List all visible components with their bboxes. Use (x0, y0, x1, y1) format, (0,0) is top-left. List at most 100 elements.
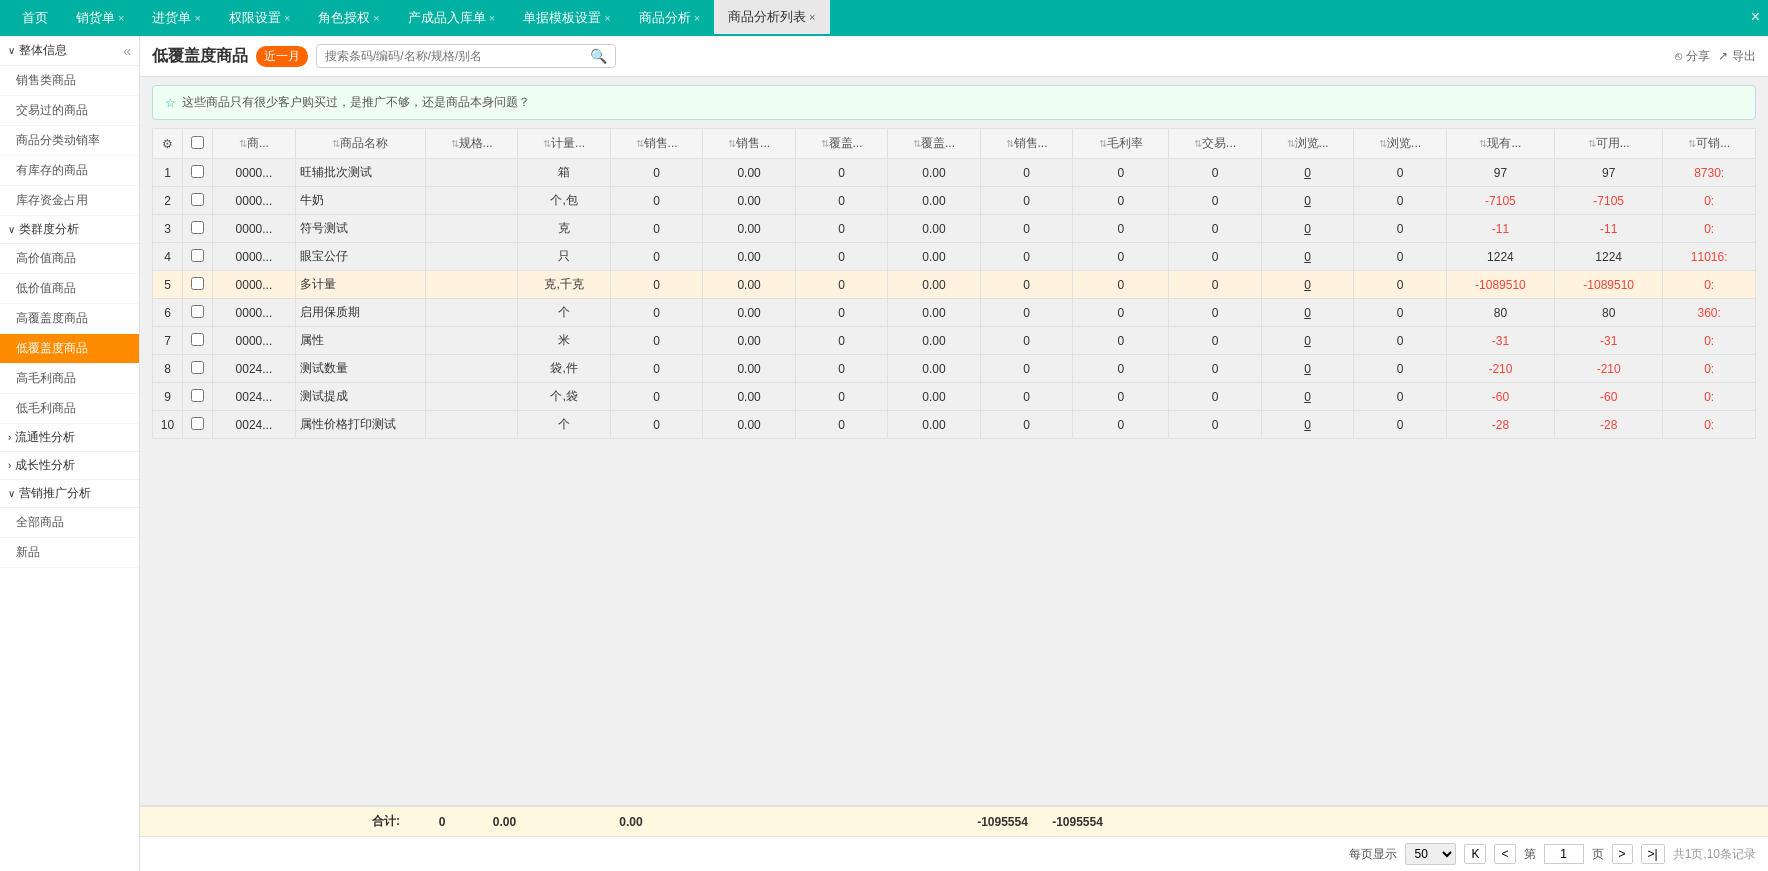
sidebar-item-all-goods[interactable]: 全部商品 (0, 508, 139, 538)
page-number-input[interactable] (1544, 844, 1584, 864)
sidebar-item-stock-capital[interactable]: 库存资金占用 (0, 186, 139, 216)
row-checkbox[interactable] (183, 383, 213, 411)
nav-purchase[interactable]: 进货单 × (138, 0, 214, 36)
nav-sales[interactable]: 销货单 × (62, 0, 138, 36)
sidebar-category-group-analysis[interactable]: ∨ 类群度分析 (0, 216, 139, 244)
sidebar-item-category-sales-rate[interactable]: 商品分类动销率 (0, 126, 139, 156)
nav-permission-close[interactable]: × (284, 12, 290, 24)
nav-analysis-list-close[interactable]: × (809, 11, 815, 23)
row-browse1[interactable]: 0 (1261, 271, 1353, 299)
row-name[interactable]: 属性价格打印测试 (295, 411, 425, 439)
col-code[interactable]: ⇅商... (213, 129, 296, 159)
col-name[interactable]: ⇅商品名称 (295, 129, 425, 159)
search-icon[interactable]: 🔍 (590, 48, 607, 64)
row-checkbox[interactable] (183, 187, 213, 215)
sidebar-category-growth[interactable]: › 成长性分析 (0, 452, 139, 480)
col-current[interactable]: ⇅现有... (1446, 129, 1554, 159)
row-browse1[interactable]: 0 (1261, 215, 1353, 243)
row-browse1[interactable]: 0 (1261, 411, 1353, 439)
col-gross-rate[interactable]: ⇅毛利率 (1073, 129, 1169, 159)
nav-product-analysis-list[interactable]: 商品分析列表 × (714, 0, 829, 36)
row-checkbox[interactable] (183, 271, 213, 299)
row-spec (425, 299, 517, 327)
sidebar-item-low-coverage[interactable]: 低覆盖度商品 (0, 334, 139, 364)
sidebar-category-liquidity[interactable]: › 流通性分析 (0, 424, 139, 452)
row-name[interactable]: 牛奶 (295, 187, 425, 215)
time-filter-badge[interactable]: 近一月 (256, 46, 308, 67)
page-size-select[interactable]: 10 20 50 100 (1405, 843, 1456, 865)
share-button[interactable]: ⎋ 分享 (1675, 48, 1710, 65)
nav-role-close[interactable]: × (373, 12, 379, 24)
nav-product-analysis[interactable]: 商品分析 × (625, 0, 714, 36)
sidebar-category-marketing[interactable]: ∨ 营销推广分析 (0, 480, 139, 508)
row-checkbox[interactable] (183, 159, 213, 187)
col-sales-profit[interactable]: ⇅销售... (980, 129, 1072, 159)
nav-role[interactable]: 角色授权 × (304, 0, 393, 36)
col-cover1[interactable]: ⇅覆盖... (795, 129, 887, 159)
row-name[interactable]: 多计量 (295, 271, 425, 299)
col-sales-qty[interactable]: ⇅销售... (610, 129, 702, 159)
first-page-button[interactable]: K (1464, 844, 1486, 864)
row-browse1[interactable]: 0 (1261, 383, 1353, 411)
sidebar-item-low-value[interactable]: 低价值商品 (0, 274, 139, 304)
row-checkbox[interactable] (183, 411, 213, 439)
row-browse1[interactable]: 0 (1261, 187, 1353, 215)
sidebar-item-new-goods[interactable]: 新品 (0, 538, 139, 568)
row-checkbox[interactable] (183, 327, 213, 355)
col-sellable[interactable]: ⇅可销... (1663, 129, 1756, 159)
row-checkbox[interactable] (183, 215, 213, 243)
row-browse1[interactable]: 0 (1261, 299, 1353, 327)
row-name[interactable]: 旺辅批次测试 (295, 159, 425, 187)
row-checkbox[interactable] (183, 243, 213, 271)
sidebar-item-high-coverage[interactable]: 高覆盖度商品 (0, 304, 139, 334)
row-cover1: 0 (795, 159, 887, 187)
row-browse1[interactable]: 0 (1261, 243, 1353, 271)
nav-sales-close[interactable]: × (118, 12, 124, 24)
row-name[interactable]: 测试提成 (295, 383, 425, 411)
nav-home[interactable]: 首页 (8, 0, 62, 36)
row-browse1[interactable]: 0 (1261, 159, 1353, 187)
nav-product-close[interactable]: × (489, 12, 495, 24)
export-button[interactable]: ↗ 导出 (1718, 48, 1756, 65)
sidebar-item-traded-goods[interactable]: 交易过的商品 (0, 96, 139, 126)
col-settings[interactable]: ⚙ (153, 129, 183, 159)
col-unit[interactable]: ⇅计量... (518, 129, 610, 159)
last-page-button[interactable]: >| (1641, 844, 1665, 864)
sidebar-item-high-value[interactable]: 高价值商品 (0, 244, 139, 274)
col-available[interactable]: ⇅可用... (1555, 129, 1663, 159)
prev-page-button[interactable]: < (1494, 844, 1515, 864)
row-name[interactable]: 眼宝公仔 (295, 243, 425, 271)
nav-purchase-close[interactable]: × (194, 12, 200, 24)
nav-product-inbound[interactable]: 产成品入库单 × (394, 0, 509, 36)
row-browse1[interactable]: 0 (1261, 327, 1353, 355)
row-name[interactable]: 测试数量 (295, 355, 425, 383)
col-spec[interactable]: ⇅规格... (425, 129, 517, 159)
row-checkbox[interactable] (183, 355, 213, 383)
next-page-button[interactable]: > (1612, 844, 1633, 864)
row-unit: 克,千克 (518, 271, 610, 299)
row-name[interactable]: 属性 (295, 327, 425, 355)
col-browse2[interactable]: ⇅浏览... (1354, 129, 1446, 159)
settings-icon[interactable]: ⚙ (162, 137, 173, 151)
nav-permission[interactable]: 权限设置 × (215, 0, 304, 36)
col-trade[interactable]: ⇅交易... (1169, 129, 1261, 159)
sidebar-collapse-button[interactable]: « (123, 43, 131, 59)
row-checkbox[interactable] (183, 299, 213, 327)
col-browse1[interactable]: ⇅浏览... (1261, 129, 1353, 159)
nav-template-close[interactable]: × (604, 12, 610, 24)
sidebar-overall-header[interactable]: ∨ 整体信息 « (0, 36, 139, 66)
sidebar-item-low-margin[interactable]: 低毛利商品 (0, 394, 139, 424)
nav-template[interactable]: 单据模板设置 × (509, 0, 624, 36)
search-input[interactable] (325, 49, 590, 63)
nav-analysis-close[interactable]: × (694, 12, 700, 24)
window-close-button[interactable]: × (1751, 8, 1760, 26)
sidebar-item-in-stock[interactable]: 有库存的商品 (0, 156, 139, 186)
col-cover2[interactable]: ⇅覆盖... (888, 129, 980, 159)
sidebar-item-high-margin[interactable]: 高毛利商品 (0, 364, 139, 394)
sidebar-item-sales-goods[interactable]: 销售类商品 (0, 66, 139, 96)
row-browse1[interactable]: 0 (1261, 355, 1353, 383)
row-name[interactable]: 启用保质期 (295, 299, 425, 327)
row-name[interactable]: 符号测试 (295, 215, 425, 243)
select-all-checkbox[interactable] (191, 136, 204, 149)
col-sales-amount[interactable]: ⇅销售... (703, 129, 795, 159)
